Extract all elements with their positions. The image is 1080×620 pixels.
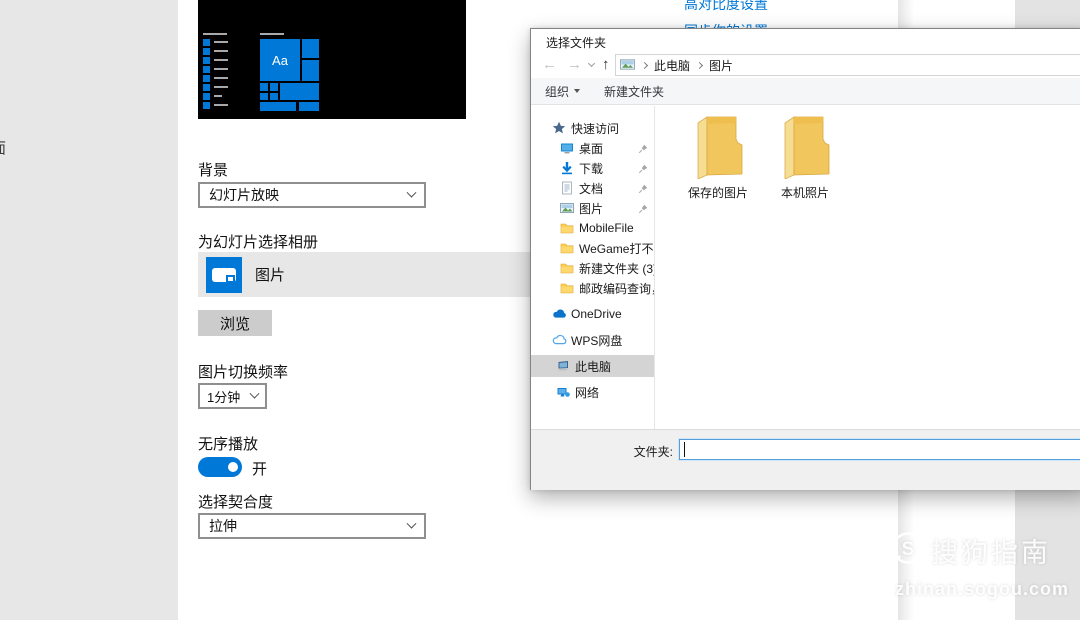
folder-icon — [560, 281, 575, 296]
fit-dropdown-value: 拉伸 — [209, 518, 237, 534]
caret-down-icon — [574, 89, 581, 93]
shuffle-toggle[interactable] — [198, 457, 242, 477]
chevron-down-icon — [406, 187, 417, 198]
start-tile-aa: Aa — [260, 39, 300, 81]
tree-item-pictures[interactable]: 图片 — [531, 198, 654, 218]
text-caret — [684, 442, 685, 457]
wps-cloud-icon — [552, 333, 567, 348]
clipped-sidebar-text: 面 — [0, 137, 6, 158]
up-icon[interactable]: ↑ — [602, 57, 610, 72]
tree-item-downloads[interactable]: 下载 — [531, 158, 654, 178]
album-item-pictures[interactable]: 图片 — [198, 252, 540, 297]
background-label: 背景 — [198, 162, 229, 179]
pane-separator — [654, 106, 655, 429]
folder-name: 保存的图片 — [687, 186, 748, 200]
this-pc-icon — [556, 359, 571, 374]
desktop-icon — [560, 141, 575, 156]
album-item-label: 图片 — [255, 267, 286, 284]
dialog-title: 选择文件夹 — [546, 36, 607, 50]
frequency-label: 图片切换频率 — [198, 364, 289, 381]
desktop-preview: Aa — [198, 0, 466, 119]
related-link-high-contrast[interactable]: 高对比度设置 — [684, 0, 768, 14]
pin-icon — [638, 183, 648, 194]
dialog-footer: 文件夹: — [531, 429, 1080, 490]
folder-icon — [778, 116, 832, 182]
select-folder-dialog: 选择文件夹 ← → ↑ 此电脑 图片 组织 新建文件夹 快速访问 桌面 下载 文… — [530, 28, 1080, 490]
document-icon — [560, 181, 575, 196]
screen: 面 高对比度设置 同步你的设置 Aa 背景 幻灯片放映 — [0, 0, 1080, 620]
tree-item-desktop[interactable]: 桌面 — [531, 138, 654, 158]
fit-label: 选择契合度 — [198, 494, 274, 511]
background-dropdown[interactable]: 幻灯片放映 — [198, 182, 426, 208]
breadcrumb-chevron-icon — [695, 61, 704, 69]
folder-icon — [560, 241, 575, 256]
pin-icon — [638, 143, 648, 154]
tree-item-quick-access[interactable]: 快速访问 — [531, 118, 654, 138]
breadcrumb-this-pc[interactable]: 此电脑 — [654, 57, 690, 74]
browse-button[interactable]: 浏览 — [198, 310, 272, 336]
tree-item-onedrive[interactable]: OneDrive — [531, 304, 654, 324]
new-folder-label: 新建文件夹 — [604, 84, 665, 99]
organize-button[interactable]: 组织 — [545, 83, 581, 100]
address-bar[interactable]: 此电脑 图片 — [615, 54, 1080, 76]
fit-dropdown[interactable]: 拉伸 — [198, 513, 426, 539]
tree-item-documents[interactable]: 文档 — [531, 178, 654, 198]
breadcrumb-pictures[interactable]: 图片 — [709, 57, 733, 74]
chevron-down-icon — [406, 518, 417, 529]
tree-item-wegame[interactable]: WeGame打不开怎么 — [531, 238, 654, 258]
pictures-location-icon — [620, 58, 635, 73]
folder-tile-saved-pictures[interactable]: 保存的图片 — [680, 113, 756, 201]
tree-item-network[interactable]: 网络 — [531, 382, 654, 402]
folder-name: 本机照片 — [780, 186, 829, 200]
pin-icon — [638, 163, 648, 174]
pin-icon — [638, 203, 648, 214]
background-dropdown-value: 幻灯片放映 — [209, 187, 279, 203]
onedrive-cloud-icon — [552, 307, 567, 322]
folder-icon — [560, 261, 575, 276]
shuffle-label: 无序播放 — [198, 436, 259, 453]
folder-tile-camera-roll[interactable]: 本机照片 — [767, 113, 843, 201]
folder-name-input[interactable] — [679, 439, 1080, 460]
tree-item-mobilefile[interactable]: MobileFile — [531, 218, 654, 238]
download-icon — [560, 161, 575, 176]
dialog-toolbar: 组织 新建文件夹 — [531, 78, 1080, 105]
breadcrumb-chevron-icon — [640, 61, 649, 69]
frequency-dropdown[interactable]: 1分钟 — [198, 383, 267, 409]
tree-item-this-pc[interactable]: 此电脑 — [531, 355, 654, 377]
tree-item-wps-cloud[interactable]: WPS网盘 — [531, 330, 654, 350]
tree-item-new-folder-3[interactable]: 新建文件夹 (3) — [531, 258, 654, 278]
folder-field-label: 文件夹: — [633, 445, 673, 459]
back-icon[interactable]: ← — [542, 57, 557, 72]
organize-label: 组织 — [545, 84, 570, 99]
quick-access-star-icon — [552, 121, 567, 136]
pictures-album-icon — [206, 256, 242, 293]
picture-icon — [560, 201, 575, 216]
chevron-down-icon — [249, 388, 260, 399]
album-section-label: 为幻灯片选择相册 — [198, 234, 319, 251]
folder-icon — [691, 116, 745, 182]
toggle-knob — [228, 462, 238, 472]
forward-icon[interactable]: → — [567, 57, 582, 72]
folder-icon — [560, 221, 575, 236]
recent-locations-chevron-icon[interactable] — [587, 59, 596, 68]
new-folder-button[interactable]: 新建文件夹 — [604, 83, 664, 100]
tree-item-postal-code[interactable]: 邮政编码查询，邮编 — [531, 278, 654, 298]
frequency-dropdown-value: 1分钟 — [207, 389, 241, 405]
network-icon — [556, 385, 571, 400]
shuffle-state-label: 开 — [252, 461, 268, 478]
